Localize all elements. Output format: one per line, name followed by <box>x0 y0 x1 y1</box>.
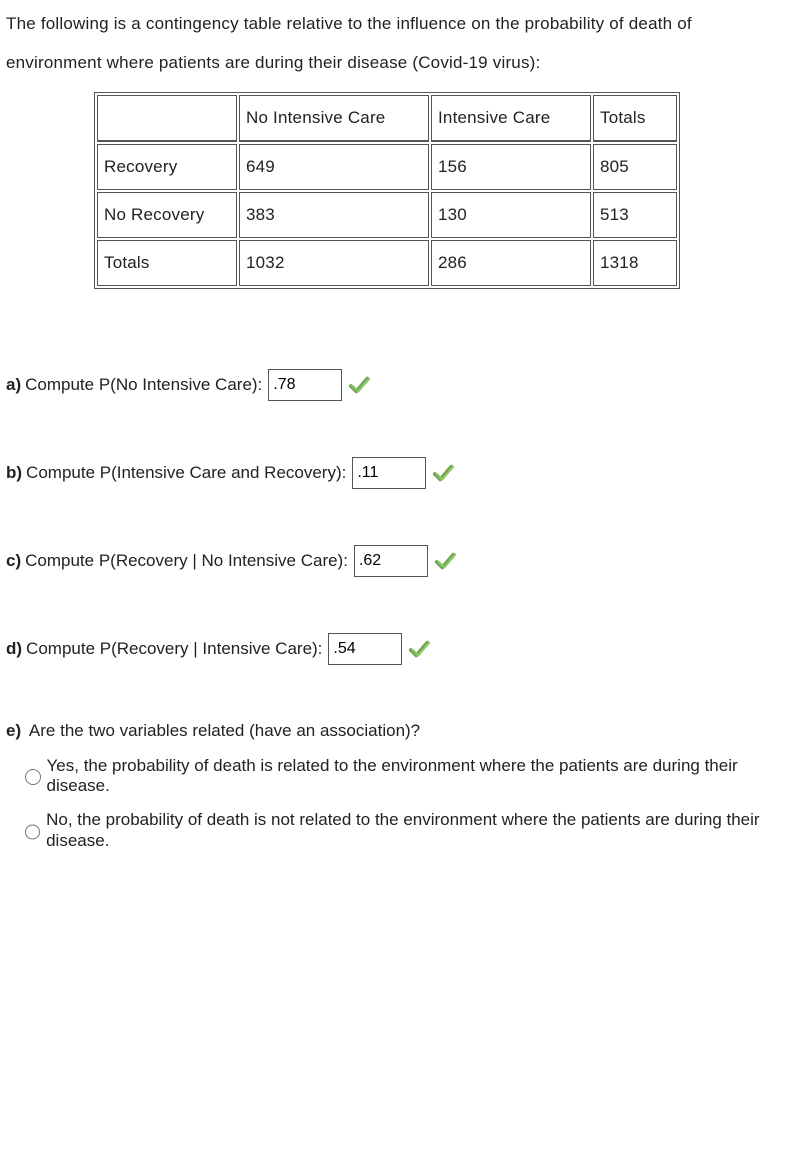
checkmark-icon <box>408 638 430 660</box>
question-text: Compute P(No Intensive Care): <box>25 375 262 395</box>
answer-input-c[interactable] <box>354 545 428 577</box>
table-cell: 805 <box>593 144 677 190</box>
question-b: b) Compute P(Intensive Care and Recovery… <box>6 457 783 489</box>
radio-input-yes[interactable] <box>25 769 41 785</box>
checkmark-icon <box>434 550 456 572</box>
table-cell: 156 <box>431 144 591 190</box>
intro-text: The following is a contingency table rel… <box>6 4 783 82</box>
table-row: Totals 1032 286 1318 <box>97 240 677 286</box>
table-cell: 513 <box>593 192 677 238</box>
question-text: Are the two variables related (have an a… <box>29 721 420 740</box>
radio-label: Yes, the probability of death is related… <box>47 756 783 797</box>
answer-input-d[interactable] <box>328 633 402 665</box>
table-row: No Recovery 383 130 513 <box>97 192 677 238</box>
table-cell: Recovery <box>97 144 237 190</box>
radio-label: No, the probability of death is not rela… <box>46 810 783 851</box>
question-letter: e) <box>6 721 21 740</box>
answer-input-b[interactable] <box>352 457 426 489</box>
contingency-table: No Intensive Care Intensive Care Totals … <box>94 92 680 289</box>
question-c: c) Compute P(Recovery | No Intensive Car… <box>6 545 783 577</box>
table-cell: 649 <box>239 144 429 190</box>
table-row: Recovery 649 156 805 <box>97 144 677 190</box>
table-cell: 286 <box>431 240 591 286</box>
contingency-table-wrap: No Intensive Care Intensive Care Totals … <box>94 92 783 289</box>
question-d: d) Compute P(Recovery | Intensive Care): <box>6 633 783 665</box>
checkmark-icon <box>432 462 454 484</box>
table-cell: Totals <box>97 240 237 286</box>
radio-option-no[interactable]: No, the probability of death is not rela… <box>20 810 783 851</box>
question-a: a) Compute P(No Intensive Care): <box>6 369 783 401</box>
question-letter: b) <box>6 463 22 483</box>
answer-input-a[interactable] <box>268 369 342 401</box>
table-cell: 383 <box>239 192 429 238</box>
question-letter: d) <box>6 639 22 659</box>
radio-option-yes[interactable]: Yes, the probability of death is related… <box>20 756 783 797</box>
table-header-cell <box>97 95 237 142</box>
question-letter: a) <box>6 375 21 395</box>
table-cell: 1318 <box>593 240 677 286</box>
question-text: Compute P(Recovery | No Intensive Care): <box>25 551 348 571</box>
question-text: Compute P(Intensive Care and Recovery): <box>26 463 346 483</box>
table-header-cell: Totals <box>593 95 677 142</box>
table-cell: No Recovery <box>97 192 237 238</box>
checkmark-icon <box>348 374 370 396</box>
table-cell: 1032 <box>239 240 429 286</box>
table-cell: 130 <box>431 192 591 238</box>
radio-input-no[interactable] <box>25 824 40 840</box>
question-letter: c) <box>6 551 21 571</box>
table-header-row: No Intensive Care Intensive Care Totals <box>97 95 677 142</box>
question-text: Compute P(Recovery | Intensive Care): <box>26 639 322 659</box>
question-e: e) Are the two variables related (have a… <box>6 721 783 851</box>
table-header-cell: Intensive Care <box>431 95 591 142</box>
table-header-cell: No Intensive Care <box>239 95 429 142</box>
